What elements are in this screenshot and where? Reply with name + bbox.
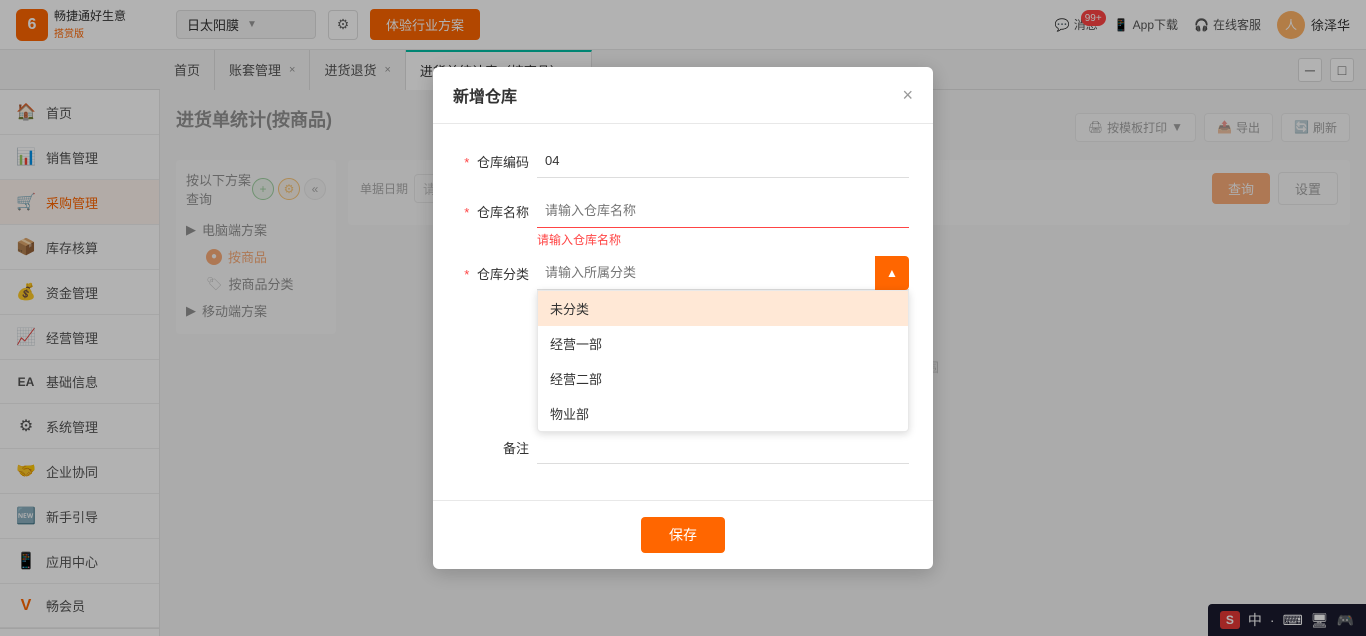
warehouse-notes-row: 备注 bbox=[457, 430, 909, 464]
notes-label: 备注 bbox=[457, 430, 537, 457]
modal-footer: 保存 bbox=[433, 500, 933, 569]
dropdown-item-dept2[interactable]: 经营二部 bbox=[538, 361, 908, 396]
dropdown-item-property[interactable]: 物业部 bbox=[538, 396, 908, 431]
dropdown-item-dept1[interactable]: 经营一部 bbox=[538, 326, 908, 361]
modal-title: 新增仓库 bbox=[453, 83, 517, 107]
modal-overlay: 新增仓库 × * 仓库编码 * 仓库名称 请输入仓库名称 bbox=[0, 0, 1366, 636]
chevron-up-icon: ▲ bbox=[886, 266, 898, 280]
name-label: * 仓库名称 bbox=[457, 194, 537, 221]
warehouse-category-input[interactable] bbox=[537, 256, 909, 290]
modal-close-button[interactable]: × bbox=[902, 86, 913, 104]
warehouse-name-input[interactable] bbox=[537, 194, 909, 228]
modal-body: * 仓库编码 * 仓库名称 请输入仓库名称 * bbox=[433, 124, 933, 500]
dropdown-item-unclassified[interactable]: 未分类 bbox=[538, 291, 908, 326]
category-label: * 仓库分类 bbox=[457, 256, 537, 283]
category-dropdown-toggle[interactable]: ▲ bbox=[875, 256, 909, 290]
warehouse-notes-input[interactable] bbox=[537, 430, 909, 464]
warehouse-category-row: * 仓库分类 ▲ 未分类 经营一部 bbox=[457, 256, 909, 290]
name-error-message: 请输入仓库名称 bbox=[537, 231, 621, 248]
category-input-wrapper: ▲ 未分类 经营一部 经营二部 物业部 bbox=[537, 256, 909, 290]
category-dropdown-list: 未分类 经营一部 经营二部 物业部 bbox=[537, 290, 909, 432]
warehouse-code-row: * 仓库编码 bbox=[457, 144, 909, 178]
warehouse-name-row: * 仓库名称 请输入仓库名称 bbox=[457, 194, 909, 228]
warehouse-code-input[interactable] bbox=[537, 144, 909, 178]
modal-header: 新增仓库 × bbox=[433, 67, 933, 124]
modal-save-button[interactable]: 保存 bbox=[641, 517, 725, 553]
modal-new-warehouse: 新增仓库 × * 仓库编码 * 仓库名称 请输入仓库名称 bbox=[433, 67, 933, 569]
code-label: * 仓库编码 bbox=[457, 144, 537, 171]
